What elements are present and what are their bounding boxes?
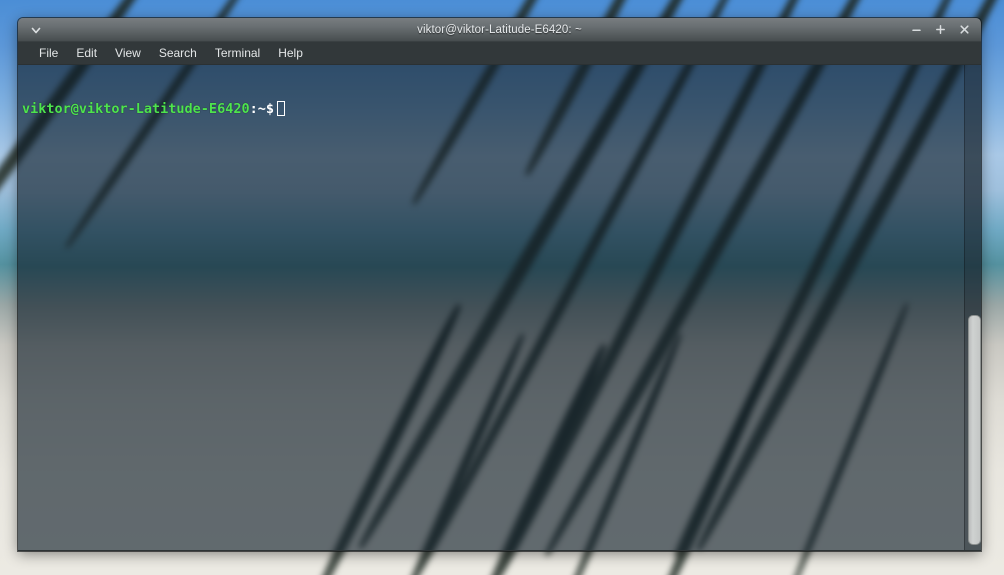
menu-item-file[interactable]: File <box>30 44 67 62</box>
window-bottom-edge <box>18 550 981 551</box>
terminal-output[interactable]: viktor@viktor-Latitude-E6420:~$ <box>22 67 963 152</box>
menu-item-terminal[interactable]: Terminal <box>206 44 269 62</box>
chevron-down-icon[interactable] <box>29 23 43 37</box>
window-titlebar[interactable]: viktor@viktor-Latitude-E6420: ~ <box>18 18 981 42</box>
scrollbar-thumb[interactable] <box>968 315 981 545</box>
menu-item-help[interactable]: Help <box>269 44 312 62</box>
minimize-button[interactable] <box>910 23 923 36</box>
close-button[interactable] <box>958 23 971 36</box>
menu-item-view[interactable]: View <box>106 44 150 62</box>
block-cursor <box>276 101 285 116</box>
prompt-path: :~$ <box>249 101 274 117</box>
menu-item-edit[interactable]: Edit <box>67 44 106 62</box>
maximize-button[interactable] <box>934 23 947 36</box>
window-controls <box>910 23 971 36</box>
terminal-body[interactable]: viktor@viktor-Latitude-E6420:~$ <box>18 65 981 551</box>
desktop: viktor@viktor-Latitude-E6420: ~ File Edi… <box>0 0 1004 575</box>
menu-item-search[interactable]: Search <box>150 44 206 62</box>
terminal-prompt-line: viktor@viktor-Latitude-E6420:~$ <box>22 101 963 118</box>
menu-bar: File Edit View Search Terminal Help <box>18 42 981 65</box>
vertical-scrollbar[interactable] <box>964 65 981 551</box>
window-title: viktor@viktor-Latitude-E6420: ~ <box>417 23 582 36</box>
prompt-user-host: viktor@viktor-Latitude-E6420 <box>22 101 250 117</box>
terminal-window[interactable]: viktor@viktor-Latitude-E6420: ~ File Edi… <box>18 18 981 551</box>
